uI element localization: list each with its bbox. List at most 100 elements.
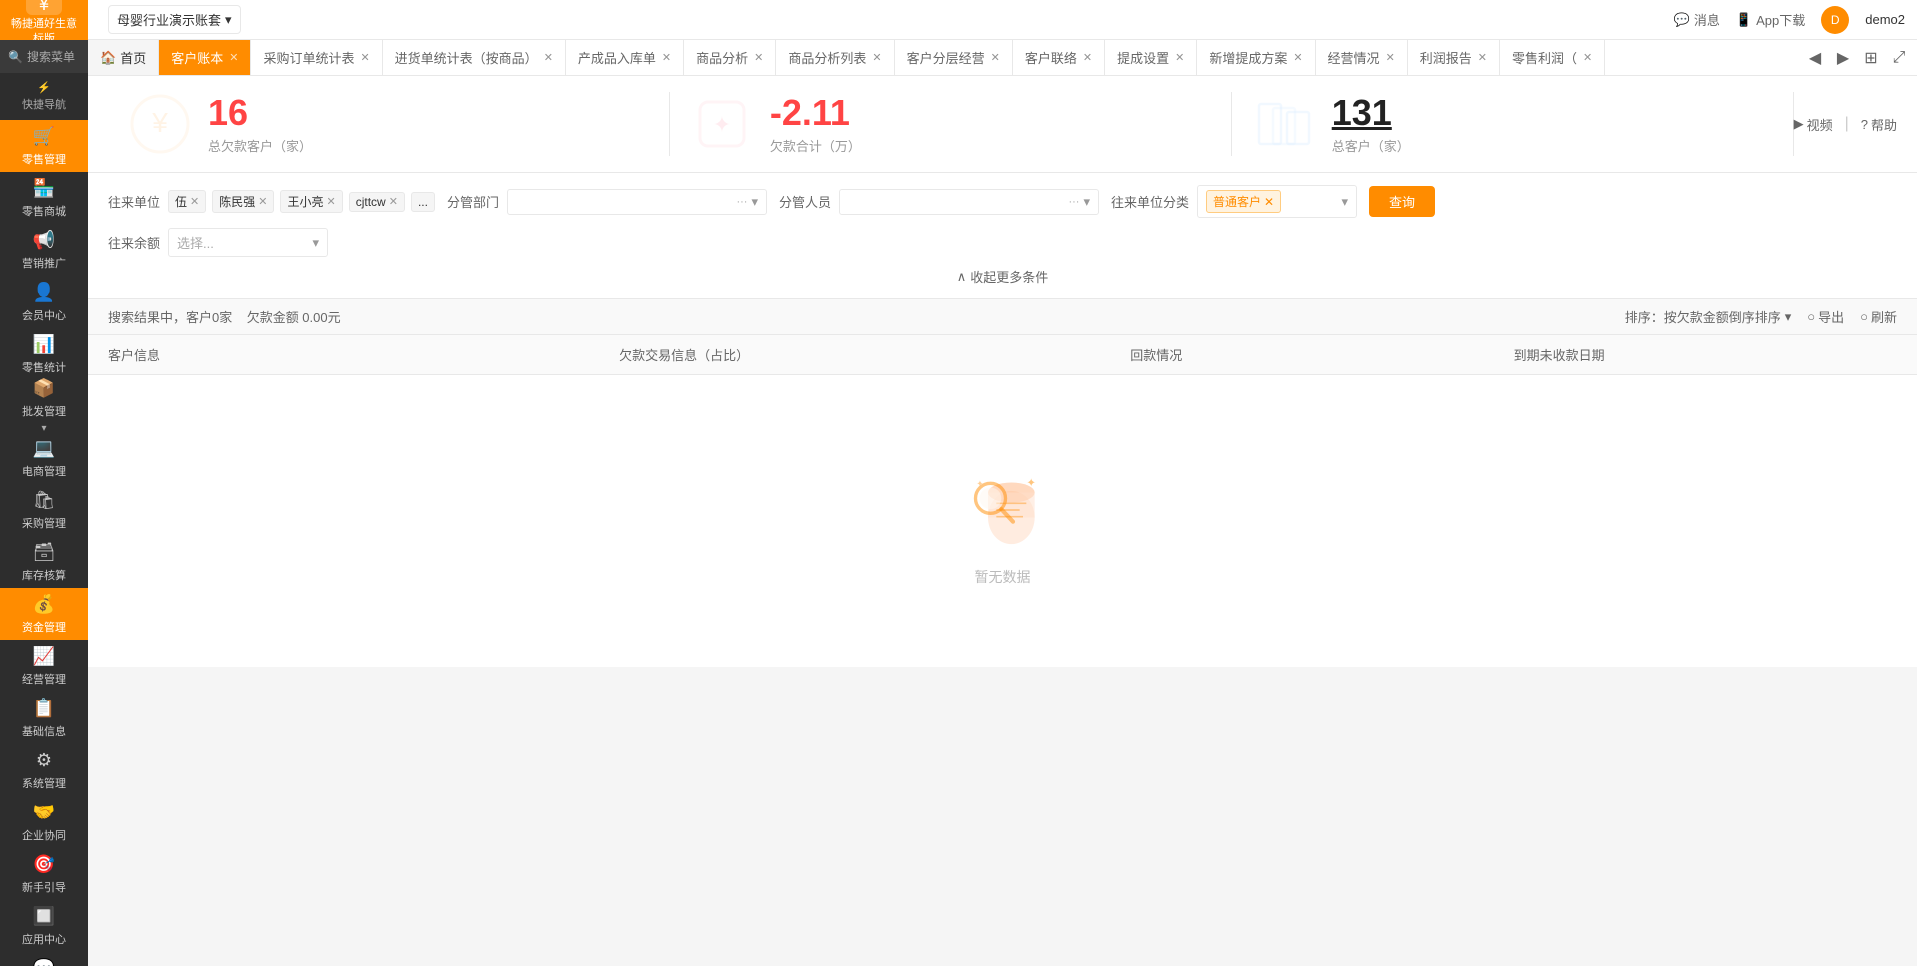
balance-filter-group: 往来余额 选择... ▾ <box>108 228 328 257</box>
company-selector[interactable]: 母婴行业演示账套 ▾ <box>108 5 241 34</box>
header-right: 💬 消息 📱 App下载 D demo2 <box>1674 6 1905 34</box>
tabs-fullscreen-button[interactable]: ⤢ <box>1885 44 1913 72</box>
tab-product-entry[interactable]: 产成品入库单 ✕ <box>566 40 684 76</box>
tabs-next-button[interactable]: ▶ <box>1829 44 1857 72</box>
tab-customer-ledger[interactable]: 客户账本 ✕ <box>159 40 251 76</box>
tab-customer-layer[interactable]: 客户分层经营 ✕ <box>895 40 1013 76</box>
person-selector[interactable]: ··· ▾ <box>839 189 1099 215</box>
more-label: ... <box>418 195 428 209</box>
query-button[interactable]: 查询 <box>1369 186 1435 217</box>
app-download-button[interactable]: 📱 App下载 <box>1736 10 1805 29</box>
tab-add-commission[interactable]: 新增提成方案 ✕ <box>1197 40 1315 76</box>
tabs-prev-button[interactable]: ◀ <box>1801 44 1829 72</box>
sidebar-item-appstore[interactable]: 🔲 应用中心 <box>0 900 88 952</box>
sidebar-item-retail-shop[interactable]: 🏪 零售商城 <box>0 172 88 224</box>
export-button[interactable]: ○ 导出 <box>1807 307 1844 326</box>
stat-card-overdue-amount: ✦ -2.11 欠款合计（万） <box>670 92 1232 156</box>
tab-close-icon[interactable]: ✕ <box>1083 51 1092 64</box>
customer-type-tag[interactable]: 普通客户 ✕ <box>1206 190 1281 213</box>
tab-close-icon[interactable]: ✕ <box>1293 51 1302 64</box>
filter-tag-chen-remove[interactable]: ✕ <box>258 195 267 208</box>
enterprise-icon: 🤝 <box>33 802 55 823</box>
tab-product-analysis-list[interactable]: 商品分析列表 ✕ <box>776 40 894 76</box>
sidebar-item-retail[interactable]: 🛒 零售管理 <box>0 120 88 172</box>
tab-close-icon[interactable]: ✕ <box>1175 51 1184 64</box>
unit-class-selector[interactable]: 普通客户 ✕ ▾ <box>1197 185 1357 218</box>
empty-text: 暂无数据 <box>975 567 1031 587</box>
sidebar-item-finance[interactable]: 💰 资金管理 <box>0 588 88 640</box>
help-link[interactable]: ? 帮助 <box>1861 115 1897 134</box>
nav-tabs-controls: ◀ ▶ ⊞ ⤢ <box>1801 44 1917 72</box>
sidebar-item-wholesale[interactable]: 📦 批发管理 ▾ <box>0 380 88 432</box>
filter-tag-more[interactable]: ... <box>411 192 435 212</box>
tab-purchase-order[interactable]: 采购订单统计表 ✕ <box>251 40 382 76</box>
sidebar-item-member[interactable]: 👤 会员中心 <box>0 276 88 328</box>
stat-values-2: -2.11 欠款合计（万） <box>770 93 1211 156</box>
video-link[interactable]: ▶ 视频 <box>1794 115 1833 134</box>
sidebar-item-retail-stats[interactable]: 📊 零售统计 <box>0 328 88 380</box>
filter-collapse-row: ∧ 收起更多条件 <box>108 267 1897 286</box>
tab-close-icon[interactable]: ✕ <box>754 51 763 64</box>
sidebar-item-operation[interactable]: 📈 经营管理 <box>0 640 88 692</box>
member-icon: 👤 <box>33 282 55 303</box>
operation-icon: 📈 <box>33 646 55 667</box>
tab-close-icon[interactable]: ✕ <box>991 51 1000 64</box>
tab-profit-report[interactable]: 利润报告 ✕ <box>1408 40 1500 76</box>
refresh-button[interactable]: ○ 刷新 <box>1860 307 1897 326</box>
filter-row-2: 往来余额 选择... ▾ <box>108 228 1897 257</box>
quick-nav-button[interactable]: ⚡ 快捷导航 <box>0 73 88 120</box>
tab-commission-settings[interactable]: 提成设置 ✕ <box>1105 40 1197 76</box>
sidebar-item-newbie[interactable]: 🎯 新手引导 <box>0 848 88 900</box>
retail-icon: 🛒 <box>33 126 55 147</box>
tab-operations[interactable]: 经营情况 ✕ <box>1316 40 1408 76</box>
tab-close-icon[interactable]: ✕ <box>1386 51 1395 64</box>
sidebar-item-enterprise[interactable]: 🤝 企业协同 <box>0 796 88 848</box>
tab-home[interactable]: 🏠 首页 <box>88 40 159 76</box>
tab-close-icon[interactable]: ✕ <box>229 51 238 64</box>
filter-tag-cjttcw[interactable]: cjttcw ✕ <box>349 192 405 212</box>
filter-tag-cjttcw-remove[interactable]: ✕ <box>389 195 398 208</box>
balance-selector[interactable]: 选择... ▾ <box>168 228 328 257</box>
sidebar-item-basic[interactable]: 📋 基础信息 <box>0 692 88 744</box>
tab-close-icon[interactable]: ✕ <box>662 51 671 64</box>
sidebar-logo: ¥ 畅捷通好生意 标版 <box>0 0 88 40</box>
main-content: ¥ 16 总欠款客户（家） ✦ -2.11 欠款合计（万） <box>88 76 1917 966</box>
system-icon: ⚙ <box>36 750 52 771</box>
message-button[interactable]: 💬 消息 <box>1674 10 1720 29</box>
sidebar-item-system[interactable]: ⚙ 系统管理 <box>0 744 88 796</box>
customer-type-remove[interactable]: ✕ <box>1264 195 1274 209</box>
unit-filter-label: 往来单位 <box>108 192 160 211</box>
tab-customer-contact[interactable]: 客户联络 ✕ <box>1013 40 1105 76</box>
sidebar-item-inventory[interactable]: 🗃 库存核算 <box>0 536 88 588</box>
stat-card-total-customers: 131 总客户（家） <box>1232 92 1794 156</box>
sidebar-item-marketing[interactable]: 📢 营销推广 <box>0 224 88 276</box>
avatar[interactable]: D <box>1821 6 1849 34</box>
tabs-expand-button[interactable]: ⊞ <box>1857 44 1885 72</box>
tab-close-icon[interactable]: ✕ <box>544 51 553 64</box>
tab-close-icon[interactable]: ✕ <box>1583 51 1592 64</box>
person-chevron-icon: ▾ <box>1083 194 1090 210</box>
filter-tag-wang[interactable]: 王小亮 ✕ <box>280 190 342 213</box>
tab-goods-stats[interactable]: 进货单统计表（按商品） ✕ <box>383 40 566 76</box>
tab-close-icon[interactable]: ✕ <box>872 51 881 64</box>
balance-placeholder: 选择... <box>177 233 308 252</box>
quick-nav-icon: ⚡ <box>37 81 51 94</box>
sort-selector[interactable]: 排序：按欠款金额倒序排序 ▾ <box>1625 307 1792 326</box>
tab-close-icon[interactable]: ✕ <box>1478 51 1487 64</box>
sidebar-item-ecommerce[interactable]: 💻 电商管理 <box>0 432 88 484</box>
username: demo2 <box>1865 12 1905 27</box>
filter-tag-wu[interactable]: 伍 ✕ <box>168 190 206 213</box>
tab-close-icon[interactable]: ✕ <box>360 51 369 64</box>
col-payment-status: 回款情况 <box>1130 345 1513 364</box>
filter-tag-wu-remove[interactable]: ✕ <box>190 195 199 208</box>
collapse-button[interactable]: ∧ 收起更多条件 <box>957 267 1049 286</box>
sidebar-item-wechat[interactable]: 💬 企业微信 <box>0 952 88 966</box>
tab-retail-profit[interactable]: 零售利润（ ✕ <box>1500 40 1605 76</box>
sidebar-item-purchase[interactable]: 🛍 采购管理 <box>0 484 88 536</box>
filter-tag-cjttcw-value: cjttcw <box>356 195 386 209</box>
dept-selector[interactable]: ··· ▾ <box>507 189 767 215</box>
filter-tag-chen[interactable]: 陈民强 ✕ <box>212 190 274 213</box>
filter-tag-wang-remove[interactable]: ✕ <box>327 195 336 208</box>
tab-product-analysis[interactable]: 商品分析 ✕ <box>684 40 776 76</box>
search-menu-button[interactable]: 🔍 搜索菜单 <box>0 40 88 73</box>
